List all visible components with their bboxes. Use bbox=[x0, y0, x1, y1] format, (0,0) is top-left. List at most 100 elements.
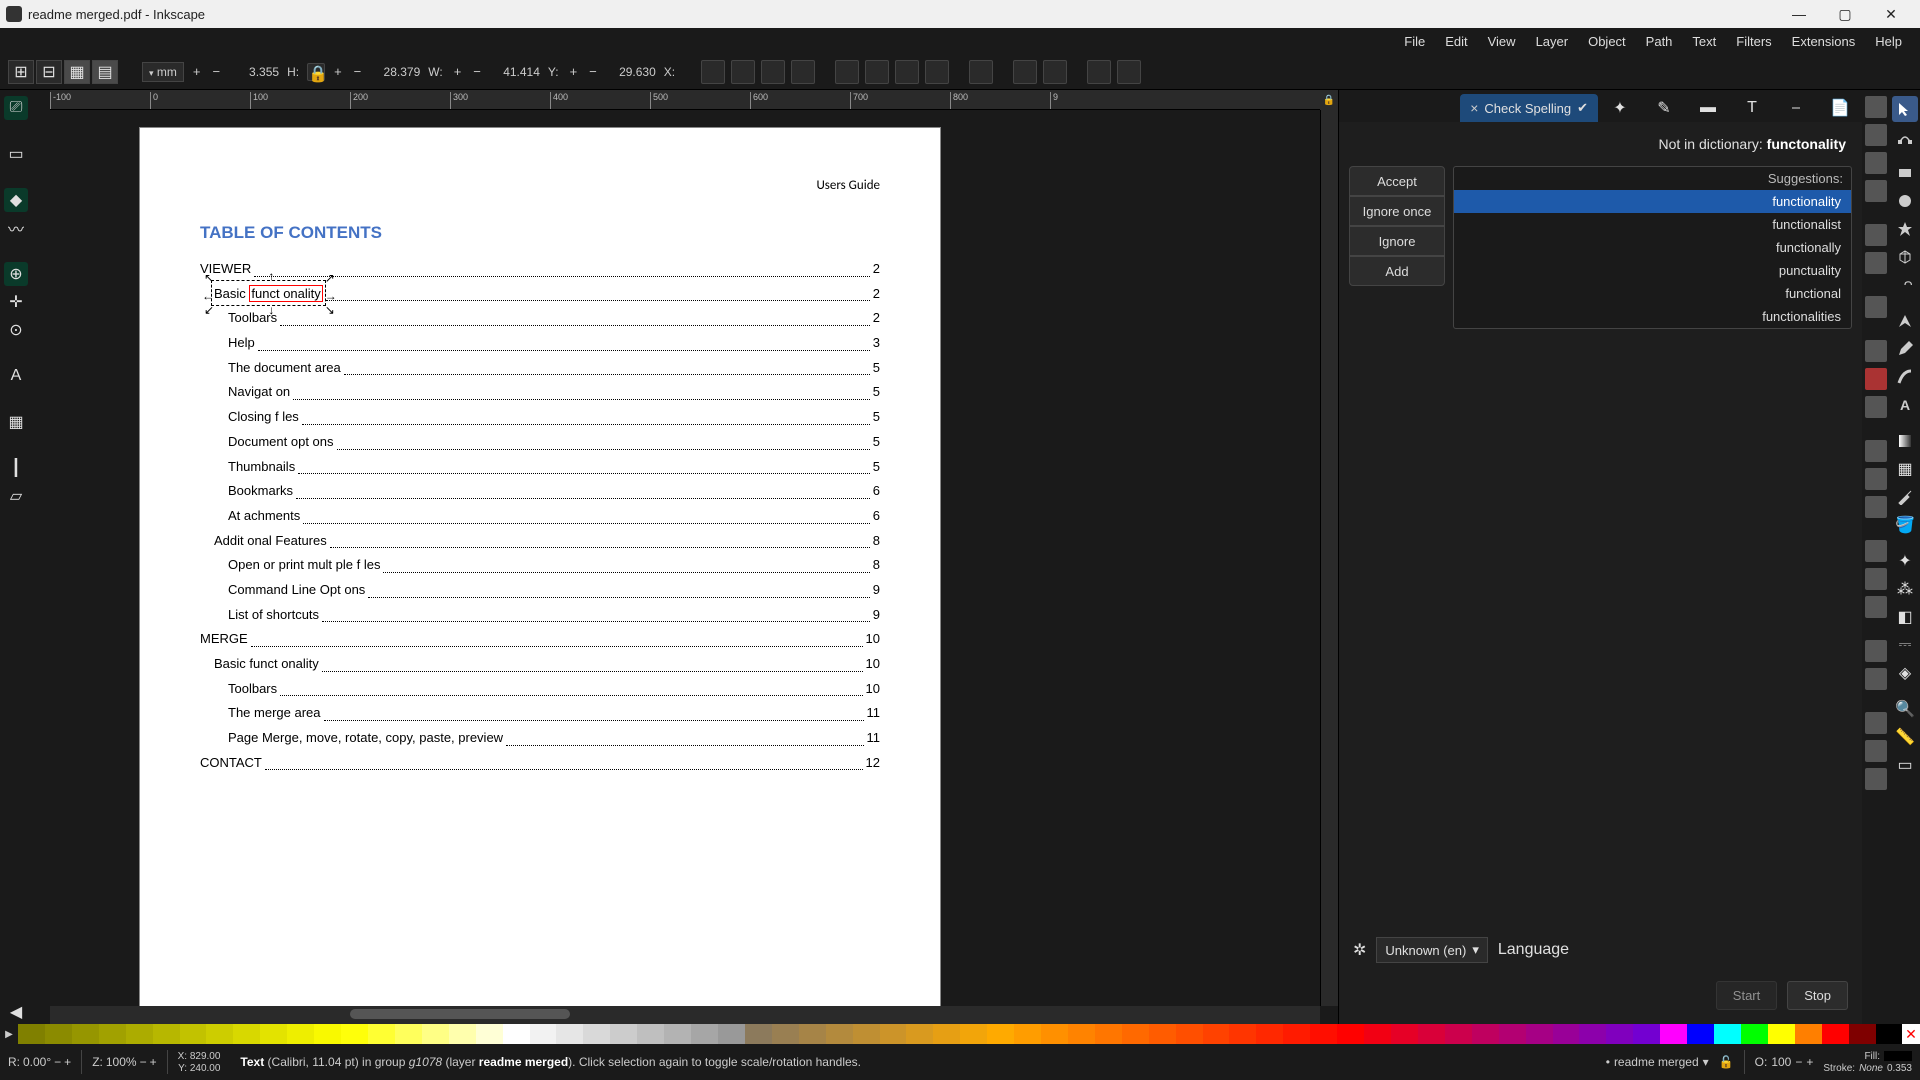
close-button[interactable]: ✕ bbox=[1868, 0, 1914, 28]
w-inc[interactable]: + bbox=[331, 64, 345, 79]
snap-ungroup-icon[interactable] bbox=[1865, 668, 1887, 690]
ruler-vertical[interactable] bbox=[1320, 110, 1338, 1006]
suggestion-item[interactable]: functionalities bbox=[1454, 305, 1851, 328]
undo-icon[interactable] bbox=[1043, 60, 1067, 84]
color-swatch[interactable] bbox=[449, 1024, 476, 1044]
color-swatch[interactable] bbox=[1014, 1024, 1041, 1044]
color-swatch[interactable] bbox=[1256, 1024, 1283, 1044]
snap-print-icon[interactable] bbox=[1865, 180, 1887, 202]
raise-icon[interactable] bbox=[761, 60, 785, 84]
tab-check-spelling[interactable]: × Check Spelling ✔ bbox=[1460, 94, 1598, 122]
color-swatch[interactable] bbox=[610, 1024, 637, 1044]
spiral-tool-icon[interactable] bbox=[1892, 272, 1918, 298]
y-value[interactable]: 41.414 bbox=[490, 65, 540, 79]
snap-dup-icon[interactable] bbox=[1865, 540, 1887, 562]
measure-tool-icon[interactable]: 📏 bbox=[1892, 724, 1918, 750]
color-swatch[interactable] bbox=[368, 1024, 395, 1044]
color-swatch[interactable] bbox=[1579, 1024, 1606, 1044]
rotate-cw-icon[interactable] bbox=[895, 60, 919, 84]
color-swatch[interactable] bbox=[341, 1024, 368, 1044]
snap-paste-icon[interactable] bbox=[1865, 396, 1887, 418]
duplicate-icon[interactable] bbox=[969, 60, 993, 84]
star-tool-icon[interactable] bbox=[1892, 216, 1918, 242]
unit-select[interactable]: ▾ mm bbox=[142, 62, 184, 82]
menu-view[interactable]: View bbox=[1478, 31, 1526, 52]
rect-tool-icon[interactable] bbox=[1892, 160, 1918, 186]
color-swatch[interactable] bbox=[1229, 1024, 1256, 1044]
lock-aspect-icon[interactable]: 🔒 bbox=[307, 63, 325, 81]
color-swatch[interactable] bbox=[664, 1024, 691, 1044]
x-inc[interactable]: + bbox=[567, 64, 581, 79]
w-dec[interactable]: − bbox=[351, 64, 365, 79]
canvas[interactable]: Users Guide TABLE OF CONTENTS VIEWER2Bas… bbox=[50, 110, 1320, 1006]
spray-tool-icon[interactable]: ⁂ bbox=[1892, 576, 1918, 602]
snap-export-icon[interactable] bbox=[1865, 252, 1887, 274]
suggestion-item[interactable]: functional bbox=[1454, 282, 1851, 305]
selector-tool-icon[interactable] bbox=[1892, 96, 1918, 122]
language-select[interactable]: Unknown (en)▾ bbox=[1376, 937, 1487, 963]
snap-xml-icon[interactable] bbox=[1865, 712, 1887, 734]
color-swatch[interactable] bbox=[1526, 1024, 1553, 1044]
palette-scroll-icon[interactable]: ▶ bbox=[0, 1024, 18, 1044]
snap-master-icon[interactable]: ⎚ bbox=[4, 96, 28, 120]
3dbox-tool-icon[interactable] bbox=[1892, 244, 1918, 270]
x-dec[interactable]: − bbox=[586, 64, 600, 79]
snap-center-icon[interactable]: ✛ bbox=[4, 290, 28, 314]
snap-group-icon[interactable] bbox=[1865, 640, 1887, 662]
color-swatch[interactable] bbox=[1768, 1024, 1795, 1044]
color-swatch[interactable] bbox=[18, 1024, 45, 1044]
snap-docprops-icon[interactable] bbox=[1865, 768, 1887, 790]
stroke-value[interactable]: None bbox=[1859, 1063, 1883, 1074]
color-swatch[interactable] bbox=[153, 1024, 180, 1044]
menu-path[interactable]: Path bbox=[1636, 31, 1683, 52]
color-swatch[interactable] bbox=[1553, 1024, 1580, 1044]
fill-stroke-indicator[interactable]: Fill: Stroke:None0.353 bbox=[1823, 1051, 1912, 1074]
color-swatch[interactable] bbox=[960, 1024, 987, 1044]
color-swatch[interactable] bbox=[906, 1024, 933, 1044]
lower-bottom-icon[interactable] bbox=[701, 60, 725, 84]
pages-tool-icon[interactable]: ▭ bbox=[1892, 752, 1918, 778]
snap-import-icon[interactable] bbox=[1865, 224, 1887, 246]
lpe-tool-icon[interactable]: ◈ bbox=[1892, 660, 1918, 686]
h-scroll-thumb[interactable] bbox=[350, 1009, 570, 1019]
lock-layer-icon[interactable]: 🔓 bbox=[1719, 1055, 1734, 1069]
snap-misc-icon[interactable]: ⊕ bbox=[4, 262, 28, 286]
color-swatch[interactable] bbox=[1364, 1024, 1391, 1044]
color-swatch[interactable] bbox=[260, 1024, 287, 1044]
color-swatch[interactable] bbox=[314, 1024, 341, 1044]
redo-icon[interactable] bbox=[1013, 60, 1037, 84]
color-swatch[interactable] bbox=[233, 1024, 260, 1044]
color-swatch[interactable] bbox=[395, 1024, 422, 1044]
color-swatch[interactable] bbox=[1687, 1024, 1714, 1044]
color-swatch[interactable] bbox=[1849, 1024, 1876, 1044]
minimize-button[interactable]: — bbox=[1776, 0, 1822, 28]
color-swatch[interactable] bbox=[637, 1024, 664, 1044]
color-swatch[interactable] bbox=[1041, 1024, 1068, 1044]
color-swatch[interactable] bbox=[1391, 1024, 1418, 1044]
y-inc[interactable]: + bbox=[451, 64, 465, 79]
connector-tool-icon[interactable]: ⎓ bbox=[1892, 632, 1918, 658]
menu-filters[interactable]: Filters bbox=[1726, 31, 1781, 52]
seg-4[interactable]: ▤ bbox=[92, 60, 118, 84]
color-swatch[interactable] bbox=[1095, 1024, 1122, 1044]
open-doc-icon[interactable] bbox=[1087, 60, 1111, 84]
color-swatch[interactable] bbox=[772, 1024, 799, 1044]
palette-menu-icon[interactable]: ◀ bbox=[4, 1000, 28, 1024]
snap-bb-icon[interactable]: ▭ bbox=[4, 142, 28, 166]
suggestion-item[interactable]: functionally bbox=[1454, 236, 1851, 259]
snap-text-icon[interactable]: A bbox=[4, 364, 28, 388]
mesh-tool-icon[interactable]: ▦ bbox=[1892, 456, 1918, 482]
pen-tool-icon[interactable] bbox=[1892, 308, 1918, 334]
menu-edit[interactable]: Edit bbox=[1435, 31, 1477, 52]
maximize-button[interactable]: ▢ bbox=[1822, 0, 1868, 28]
suggestion-item[interactable]: functionality bbox=[1454, 190, 1851, 213]
rotation-control[interactable]: R:0.00°−+ bbox=[8, 1055, 71, 1069]
color-swatch[interactable] bbox=[1660, 1024, 1687, 1044]
circle-tool-icon[interactable] bbox=[1892, 188, 1918, 214]
menu-layer[interactable]: Layer bbox=[1526, 31, 1579, 52]
color-swatch[interactable] bbox=[1633, 1024, 1660, 1044]
flip-v-icon[interactable] bbox=[835, 60, 859, 84]
flip-h-icon[interactable] bbox=[865, 60, 889, 84]
color-swatch[interactable] bbox=[206, 1024, 233, 1044]
suggestion-item[interactable]: functionalist bbox=[1454, 213, 1851, 236]
